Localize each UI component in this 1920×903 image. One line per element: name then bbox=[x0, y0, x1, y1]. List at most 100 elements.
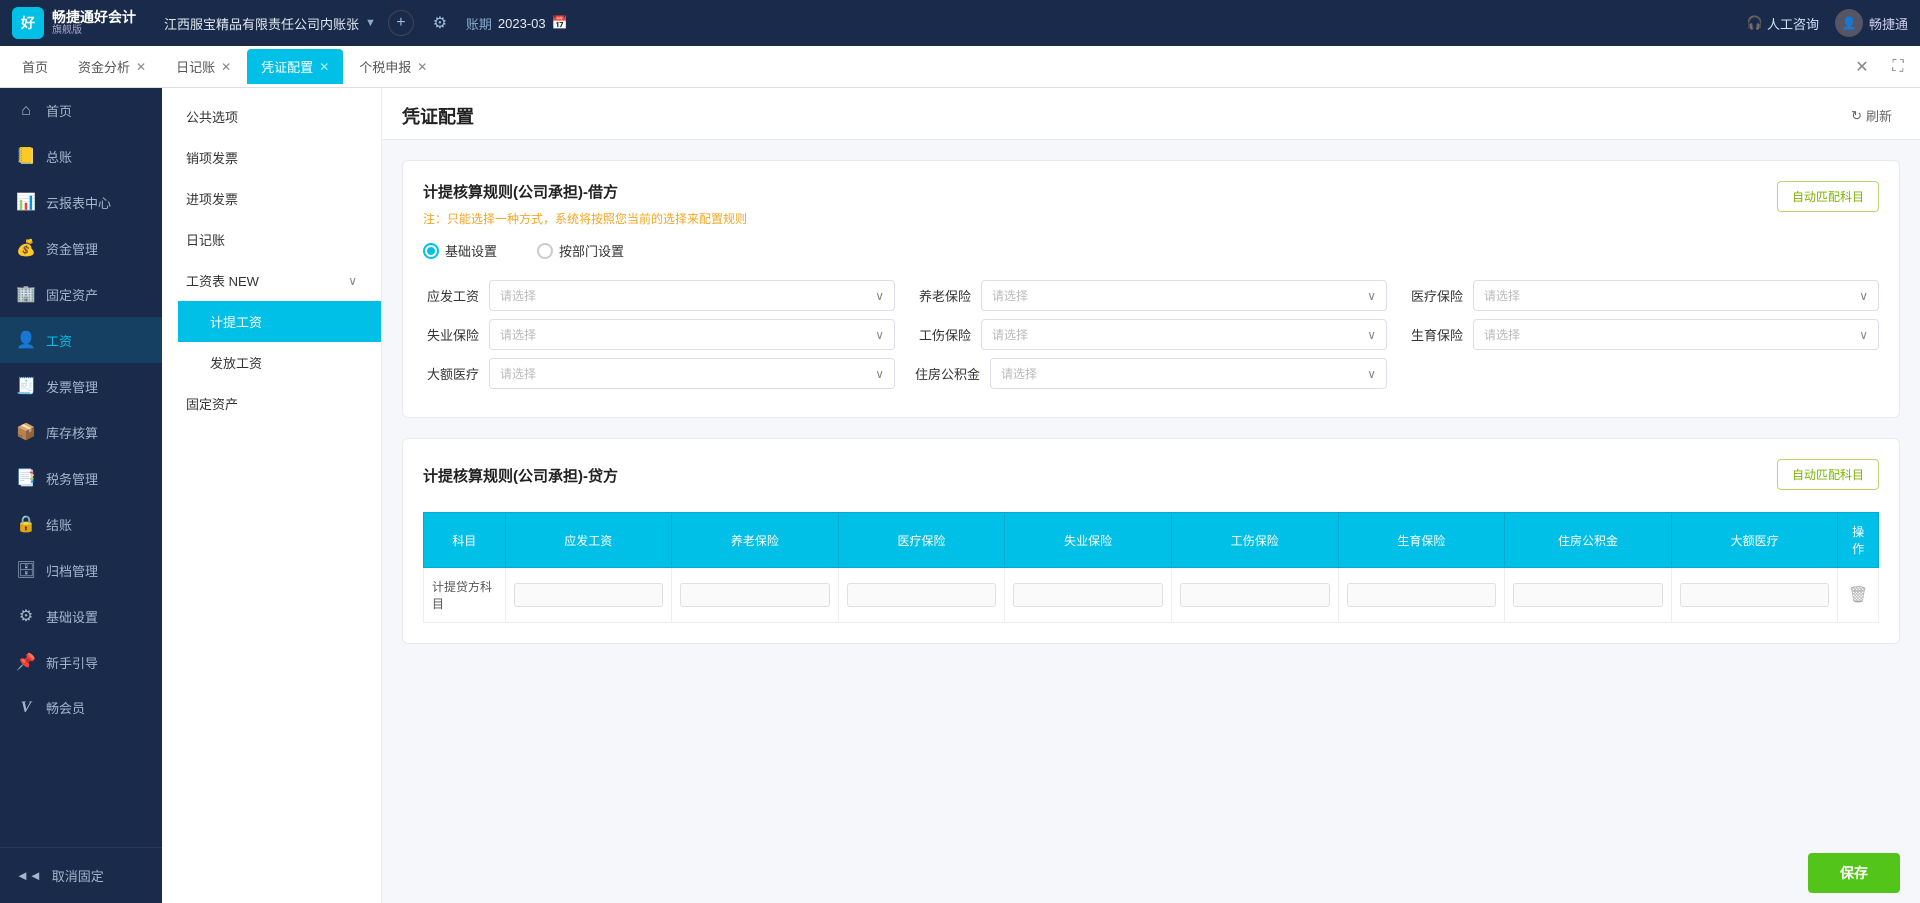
debit-auto-match-button[interactable]: 自动匹配科目 bbox=[1777, 181, 1879, 212]
cancel-pin-button[interactable]: ◄◄ 取消固定 bbox=[0, 856, 162, 895]
sidebar-item-salary[interactable]: 👤 工资 bbox=[0, 317, 162, 363]
tab-tax[interactable]: 个税申报 ✕ bbox=[345, 49, 441, 84]
sidebar-item-reports[interactable]: 📊 云报表中心 bbox=[0, 179, 162, 225]
sidebar-item-home[interactable]: ⌂ 首页 bbox=[0, 88, 162, 133]
nav-journal[interactable]: 日记账 bbox=[162, 219, 381, 260]
sidebar-item-member[interactable]: V 畅会员 bbox=[0, 685, 162, 730]
logo-name: 畅捷通好会计 bbox=[52, 9, 136, 26]
nav-sales-invoice[interactable]: 销项发票 bbox=[162, 137, 381, 178]
avatar: 👤 bbox=[1835, 9, 1863, 37]
input-injury[interactable] bbox=[1180, 583, 1330, 607]
field-medical: 医疗保险 请选择 ∨ bbox=[1407, 280, 1879, 311]
input-maternity[interactable] bbox=[1347, 583, 1497, 607]
sidebar-label-ledger: 总账 bbox=[46, 147, 146, 166]
nav-salary-table-group: 工资表 NEW ∨ 计提工资 发放工资 bbox=[162, 260, 381, 383]
select-injury[interactable]: 请选择 ∨ bbox=[981, 319, 1387, 350]
sidebar-label-close: 结账 bbox=[46, 515, 146, 534]
main-content: 计提核算规则(公司承担)-借方 注：只能选择一种方式，系统将按照您当前的选择来配… bbox=[382, 140, 1920, 843]
select-large-medical[interactable]: 请选择 ∨ bbox=[489, 358, 895, 389]
select-housing-fund[interactable]: 请选择 ∨ bbox=[990, 358, 1387, 389]
sidebar-label-archive: 归档管理 bbox=[46, 561, 146, 580]
settings-button[interactable]: ⚙ bbox=[426, 9, 454, 37]
service-button[interactable]: 🎧 人工咨询 bbox=[1739, 10, 1827, 37]
cell-injury bbox=[1171, 568, 1338, 623]
salary-icon: 👤 bbox=[16, 330, 36, 350]
input-housing-fund[interactable] bbox=[1513, 583, 1663, 607]
tax-icon: 📑 bbox=[16, 468, 36, 488]
sidebar-item-guide[interactable]: 📌 新手引导 bbox=[0, 639, 162, 685]
refresh-button[interactable]: ↻ 刷新 bbox=[1843, 102, 1900, 129]
archive-icon: 🗄 bbox=[16, 560, 36, 580]
sidebar-item-funds[interactable]: 💰 资金管理 bbox=[0, 225, 162, 271]
credit-section: 计提核算规则(公司承担)-贷方 自动匹配科目 科目 应发工资 养老保险 医疗保险… bbox=[402, 438, 1900, 644]
nav-calc-salary[interactable]: 计提工资 bbox=[178, 301, 381, 342]
input-gross-salary[interactable] bbox=[514, 583, 664, 607]
sidebar-item-invoice[interactable]: 🧾 发票管理 bbox=[0, 363, 162, 409]
nav-pay-salary[interactable]: 发放工资 bbox=[178, 342, 381, 383]
cell-maternity bbox=[1338, 568, 1505, 623]
input-large-medical[interactable] bbox=[1680, 583, 1830, 607]
expand-button[interactable]: ⛶ bbox=[1884, 53, 1912, 81]
select-maternity[interactable]: 请选择 ∨ bbox=[1473, 319, 1879, 350]
tab-funds[interactable]: 资金分析 ✕ bbox=[64, 49, 160, 84]
sidebar-label-reports: 云报表中心 bbox=[46, 193, 146, 212]
radio-basic[interactable]: 基础设置 bbox=[423, 241, 497, 260]
tab-home-label: 首页 bbox=[22, 57, 48, 76]
sidebar-item-ledger[interactable]: 📒 总账 bbox=[0, 133, 162, 179]
input-unemployment[interactable] bbox=[1013, 583, 1163, 607]
th-medical: 医疗保险 bbox=[838, 513, 1005, 568]
sidebar-item-assets[interactable]: 🏢 固定资产 bbox=[0, 271, 162, 317]
select-pension[interactable]: 请选择 ∨ bbox=[981, 280, 1387, 311]
sidebar-item-inventory[interactable]: 📦 库存核算 bbox=[0, 409, 162, 455]
credit-auto-match-button[interactable]: 自动匹配科目 bbox=[1777, 459, 1879, 490]
sidebar-label-invoice: 发票管理 bbox=[46, 377, 146, 396]
reports-icon: 📊 bbox=[16, 192, 36, 212]
tab-journal-close[interactable]: ✕ bbox=[221, 60, 231, 74]
add-button[interactable]: + bbox=[388, 10, 414, 36]
sidebar-item-settings[interactable]: ⚙ 基础设置 bbox=[0, 593, 162, 639]
select-unemployment-arrow: ∨ bbox=[875, 328, 884, 342]
cancel-pin-label: 取消固定 bbox=[52, 866, 104, 885]
tab-journal[interactable]: 日记账 ✕ bbox=[162, 49, 245, 84]
select-medical[interactable]: 请选择 ∨ bbox=[1473, 280, 1879, 311]
inventory-icon: 📦 bbox=[16, 422, 36, 442]
sidebar-label-home: 首页 bbox=[46, 101, 146, 120]
save-button[interactable]: 保存 bbox=[1808, 853, 1900, 893]
tab-funds-close[interactable]: ✕ bbox=[136, 60, 146, 74]
top-bar: 好 畅捷通好会计 旗舰版 江西服宝精品有限责任公司内账张 ▼ + ⚙ 账期 20… bbox=[0, 0, 1920, 46]
input-medical[interactable] bbox=[847, 583, 997, 607]
field-injury: 工伤保险 请选择 ∨ bbox=[915, 319, 1387, 350]
invoice-icon: 🧾 bbox=[16, 376, 36, 396]
nav-salary-table-header[interactable]: 工资表 NEW ∨ bbox=[162, 260, 381, 301]
select-maternity-arrow: ∨ bbox=[1859, 328, 1868, 342]
main-panel: 凭证配置 ↻ 刷新 计提核算规则(公司承担)-借方 注：只能选择一种方式，系统将… bbox=[382, 88, 1920, 903]
select-unemployment[interactable]: 请选择 ∨ bbox=[489, 319, 895, 350]
field-housing-fund: 住房公积金 请选择 ∨ bbox=[915, 358, 1387, 389]
logo-text: 畅捷通好会计 旗舰版 bbox=[52, 9, 136, 38]
sidebar-item-close[interactable]: 🔒 结账 bbox=[0, 501, 162, 547]
radio-dept[interactable]: 按部门设置 bbox=[537, 241, 624, 260]
select-gross-salary[interactable]: 请选择 ∨ bbox=[489, 280, 895, 311]
logo-sub: 旗舰版 bbox=[52, 25, 136, 37]
nav-fixed-assets[interactable]: 固定资产 bbox=[162, 383, 381, 424]
tab-voucher-close[interactable]: ✕ bbox=[319, 60, 329, 74]
sidebar-item-archive[interactable]: 🗄 归档管理 bbox=[0, 547, 162, 593]
delete-row-button[interactable]: 🗑 bbox=[1848, 587, 1868, 604]
input-pension[interactable] bbox=[680, 583, 830, 607]
nav-purchase-invoice[interactable]: 进项发票 bbox=[162, 178, 381, 219]
cell-gross-salary bbox=[505, 568, 672, 623]
calendar-icon[interactable]: 📅 bbox=[552, 15, 568, 31]
close-all-button[interactable]: ✕ bbox=[1848, 53, 1876, 81]
tab-tax-close[interactable]: ✕ bbox=[417, 60, 427, 74]
cancel-pin-icon: ◄◄ bbox=[16, 868, 42, 883]
cell-medical bbox=[838, 568, 1005, 623]
th-pension: 养老保险 bbox=[672, 513, 839, 568]
sidebar-label-settings: 基础设置 bbox=[46, 607, 146, 626]
nav-public[interactable]: 公共选项 bbox=[162, 96, 381, 137]
sidebar-item-tax[interactable]: 📑 税务管理 bbox=[0, 455, 162, 501]
tab-voucher[interactable]: 凭证配置 ✕ bbox=[247, 49, 343, 84]
user-area[interactable]: 👤 畅捷通 bbox=[1835, 9, 1908, 37]
tab-bar: 首页 资金分析 ✕ 日记账 ✕ 凭证配置 ✕ 个税申报 ✕ ✕ ⛶ bbox=[0, 46, 1920, 88]
company-selector[interactable]: 江西服宝精品有限责任公司内账张 ▼ bbox=[164, 14, 376, 33]
tab-home[interactable]: 首页 bbox=[8, 49, 62, 84]
